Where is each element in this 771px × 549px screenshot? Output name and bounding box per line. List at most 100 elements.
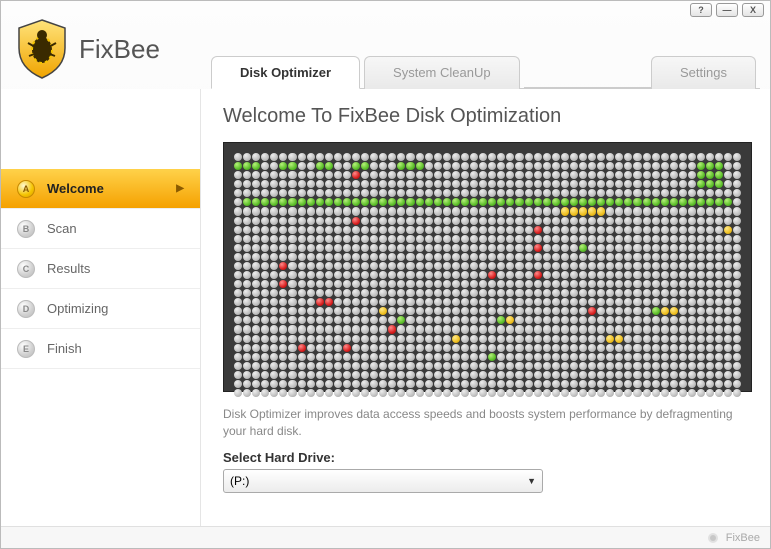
defrag-block <box>261 180 269 188</box>
defrag-block <box>234 226 242 234</box>
defrag-block <box>334 298 342 306</box>
defrag-block <box>570 235 578 243</box>
defrag-block <box>561 162 569 170</box>
defrag-block <box>552 262 560 270</box>
defrag-block <box>397 226 405 234</box>
defrag-block <box>515 217 523 225</box>
defrag-block <box>397 153 405 161</box>
defrag-block <box>525 316 533 324</box>
defrag-block <box>570 253 578 261</box>
defrag-block <box>624 335 632 343</box>
defrag-block <box>552 380 560 388</box>
defrag-block <box>570 244 578 252</box>
defrag-block <box>652 298 660 306</box>
defrag-block <box>443 335 451 343</box>
step-bullet-icon: C <box>17 260 35 278</box>
drive-select[interactable]: (P:) ▼ <box>223 469 543 493</box>
defrag-block <box>715 198 723 206</box>
defrag-block <box>515 335 523 343</box>
defrag-block <box>361 362 369 370</box>
defrag-block <box>307 244 315 252</box>
defrag-block <box>343 353 351 361</box>
defrag-block <box>279 207 287 215</box>
defrag-block <box>497 362 505 370</box>
defrag-block <box>706 335 714 343</box>
defrag-block <box>461 153 469 161</box>
defrag-block <box>679 217 687 225</box>
defrag-block <box>679 280 687 288</box>
defrag-block <box>652 344 660 352</box>
defrag-block <box>706 180 714 188</box>
defrag-block <box>679 207 687 215</box>
defrag-block <box>443 316 451 324</box>
defrag-block <box>243 189 251 197</box>
defrag-block <box>543 389 551 397</box>
defrag-block <box>270 280 278 288</box>
defrag-block <box>606 371 614 379</box>
defrag-block <box>416 217 424 225</box>
defrag-block <box>679 180 687 188</box>
defrag-block <box>697 244 705 252</box>
defrag-block <box>334 171 342 179</box>
defrag-block <box>543 162 551 170</box>
sidebar-item-scan[interactable]: B Scan <box>1 209 200 249</box>
defrag-block <box>606 153 614 161</box>
defrag-block <box>343 244 351 252</box>
defrag-block <box>534 325 542 333</box>
defrag-block <box>416 389 424 397</box>
tab-settings[interactable]: Settings <box>651 56 756 89</box>
defrag-block <box>606 280 614 288</box>
sidebar-item-results[interactable]: C Results <box>1 249 200 289</box>
defrag-block <box>652 380 660 388</box>
defrag-block <box>643 335 651 343</box>
defrag-block <box>706 244 714 252</box>
defrag-block <box>606 180 614 188</box>
defrag-block <box>588 271 596 279</box>
defrag-block <box>416 353 424 361</box>
defrag-block <box>406 217 414 225</box>
defrag-block <box>588 162 596 170</box>
page-title: Welcome To FixBee Disk Optimization <box>223 105 752 128</box>
tab-disk-optimizer[interactable]: Disk Optimizer <box>211 56 360 89</box>
defrag-block <box>352 217 360 225</box>
defrag-block <box>379 217 387 225</box>
defrag-block <box>606 226 614 234</box>
defrag-block <box>552 335 560 343</box>
defrag-block <box>397 353 405 361</box>
defrag-block <box>661 217 669 225</box>
defrag-block <box>561 353 569 361</box>
defrag-block <box>434 162 442 170</box>
defrag-block <box>370 180 378 188</box>
defrag-block <box>615 262 623 270</box>
defrag-block <box>724 217 732 225</box>
defrag-block <box>479 271 487 279</box>
defrag-block <box>488 316 496 324</box>
defrag-block <box>624 344 632 352</box>
defrag-block <box>697 180 705 188</box>
defrag-block <box>606 289 614 297</box>
sidebar-item-finish[interactable]: E Finish <box>1 329 200 369</box>
defrag-block <box>706 217 714 225</box>
defrag-block <box>307 235 315 243</box>
defrag-block <box>443 262 451 270</box>
sidebar-item-optimizing[interactable]: D Optimizing <box>1 289 200 329</box>
defrag-block <box>307 371 315 379</box>
defrag-block <box>470 198 478 206</box>
defrag-block <box>298 353 306 361</box>
defrag-block <box>479 171 487 179</box>
defrag-block <box>334 253 342 261</box>
defrag-block <box>243 198 251 206</box>
tab-system-cleanup[interactable]: System CleanUp <box>364 56 520 89</box>
defrag-block <box>270 344 278 352</box>
defrag-block <box>361 180 369 188</box>
defrag-block <box>515 344 523 352</box>
defrag-block <box>307 153 315 161</box>
defrag-block <box>697 271 705 279</box>
defrag-block <box>461 189 469 197</box>
defrag-block <box>697 289 705 297</box>
sidebar-item-welcome[interactable]: A Welcome ▶ <box>1 169 200 209</box>
defrag-block <box>379 307 387 315</box>
defrag-block <box>261 162 269 170</box>
defrag-block <box>288 307 296 315</box>
defrag-block <box>416 289 424 297</box>
